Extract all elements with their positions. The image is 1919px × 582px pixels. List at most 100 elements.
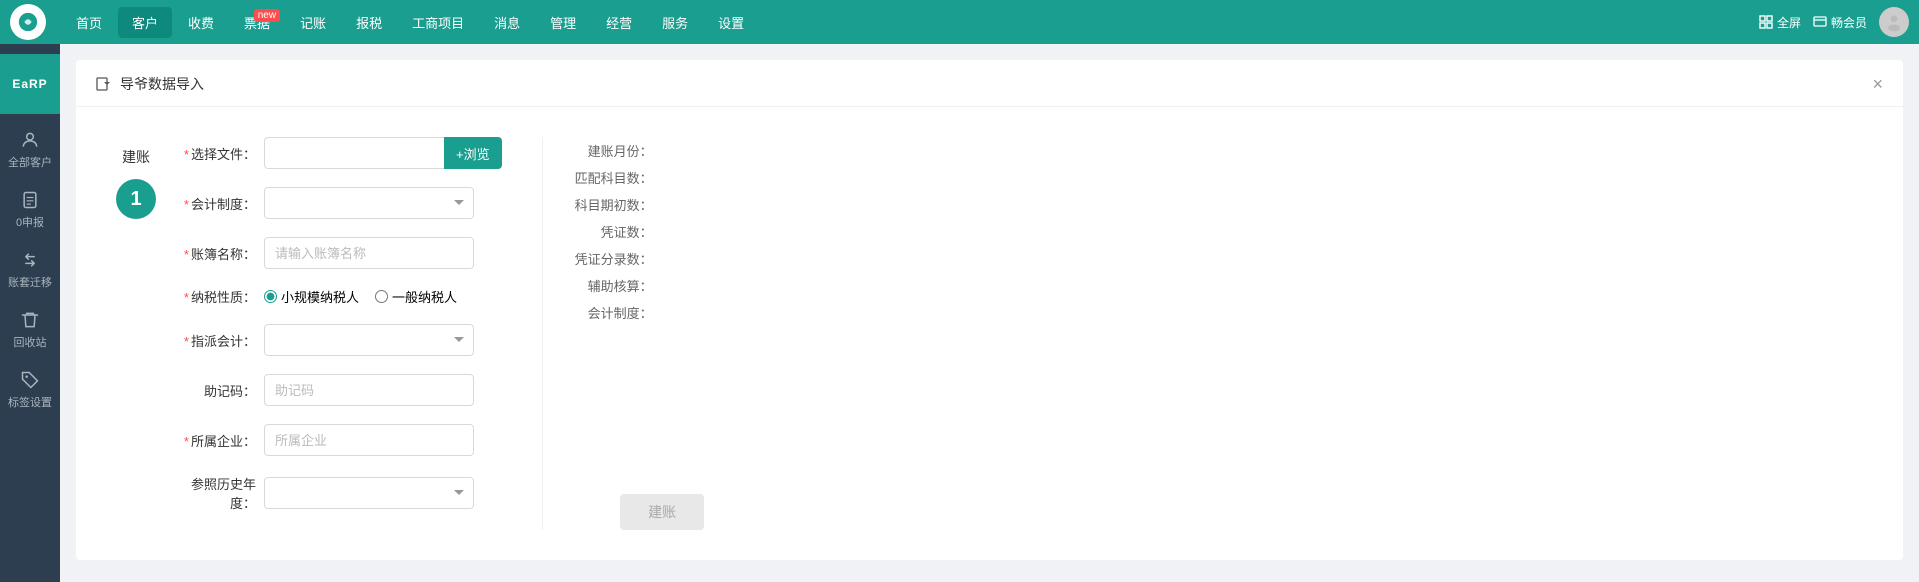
label-file: *选择文件： [176,144,256,163]
account-name-input[interactable] [264,237,474,269]
info-row-voucher-entries: 凭证分录数： [563,249,762,268]
nav-item-invoices[interactable]: 票据 new [230,7,284,38]
step-label: 建账 [122,147,150,167]
radio-general-input[interactable] [375,290,388,303]
tag-icon [20,370,40,390]
form-row-assigned-accountant: *指派会计： [176,324,502,356]
sidebar-label-recycle: 回收站 [14,334,47,350]
info-label-voucher-count: 凭证数： [563,222,653,241]
create-account-button[interactable]: 建账 [620,494,704,530]
info-row-auxiliary: 辅助核算： [563,276,762,295]
info-row-match-subjects: 匹配科目数： [563,168,762,187]
memo-code-input[interactable] [264,374,474,406]
accounting-system-select[interactable] [264,187,474,219]
sidebar: EaRP 全部客户 0申报 账套迁移 [0,44,60,582]
company-input[interactable] [264,424,474,456]
radio-general-taxpayer[interactable]: 一般纳税人 [375,287,457,306]
right-panel: 建账月份： 匹配科目数： 科目期初数： 凭证数： [542,137,762,530]
user-avatar[interactable] [1879,7,1909,37]
delete-icon [20,310,40,330]
sidebar-label-tag-settings: 标签设置 [8,394,52,410]
import-icon [96,76,112,92]
nav-item-settings[interactable]: 设置 [704,7,758,38]
label-company: *所属企业： [176,431,256,450]
tax-type-radio-group: 小规模纳税人 一般纳税人 [264,287,457,306]
info-label-subject-init: 科目期初数： [563,195,653,214]
label-memo-code: 助记码： [176,381,256,400]
info-label-account-month: 建账月份： [563,141,653,160]
browse-button[interactable]: +浏览 [444,137,502,169]
info-label-auxiliary: 辅助核算： [563,276,653,295]
sidebar-item-account-migrate[interactable]: 账套迁移 [0,242,60,298]
app-logo[interactable] [10,4,46,40]
nav-item-admin[interactable]: 管理 [536,7,590,38]
label-tax-type: *纳税性质： [176,287,256,306]
member-label: 畅会员 [1831,14,1867,31]
label-account-name: *账簿名称： [176,244,256,263]
radio-general-label: 一般纳税人 [392,287,457,306]
info-label-match-subjects: 匹配科目数： [563,168,653,187]
file-input[interactable] [264,137,444,169]
content-area: 导爷数据导入 × 建账 1 *选择文件： [60,44,1919,582]
nav-item-business[interactable]: 工商项目 [398,7,478,38]
form-row-reference-year: 参照历史年度： [176,474,502,512]
info-label-accounting-system-right: 会计制度： [563,303,653,322]
form-row-accounting-system: *会计制度： [176,187,502,219]
dialog-header-left: 导爷数据导入 [96,74,204,94]
main-layout: EaRP 全部客户 0申报 账套迁移 [0,44,1919,582]
reference-year-select[interactable] [264,477,474,509]
form-body: 建账 1 *选择文件： +浏览 [76,107,1903,560]
info-row-voucher-count: 凭证数： [563,222,762,241]
form-row-account-name: *账簿名称： [176,237,502,269]
form-left: 建账 1 *选择文件： +浏览 [116,137,502,530]
member-icon [1813,15,1827,29]
assigned-accountant-select[interactable] [264,324,474,356]
dialog-close-button[interactable]: × [1872,75,1883,93]
nav-item-home[interactable]: 首页 [62,7,116,38]
info-row-accounting-system-right: 会计制度： [563,303,762,322]
nav-item-bookkeeping[interactable]: 记账 [286,7,340,38]
step-badge: 1 [116,179,156,219]
nav-item-clients[interactable]: 客户 [118,7,172,38]
member-button[interactable]: 畅会员 [1813,14,1867,31]
label-assigned-accountant: *指派会计： [176,331,256,350]
info-row-account-month: 建账月份： [563,141,762,160]
form-row-company: *所属企业： [176,424,502,456]
person-icon [20,130,40,150]
new-badge: new [254,9,280,22]
nav-item-fees[interactable]: 收费 [174,7,228,38]
dialog-header: 导爷数据导入 × [76,60,1903,107]
nav-item-messages[interactable]: 消息 [480,7,534,38]
top-nav: 首页 客户 收费 票据 new 记账 报税 工商项目 消息 管理 经营 服务 设… [0,0,1919,44]
dialog-title: 导爷数据导入 [120,74,204,94]
sidebar-logo: EaRP [0,54,60,114]
label-accounting-system: *会计制度： [176,194,256,213]
form-row-memo-code: 助记码： [176,374,502,406]
fullscreen-label: 全屏 [1777,14,1801,31]
info-label-voucher-entries: 凭证分录数： [563,249,653,268]
radio-small-label: 小规模纳税人 [281,287,359,306]
label-reference-year: 参照历史年度： [176,474,256,512]
info-row-subject-init: 科目期初数： [563,195,762,214]
sidebar-item-tag-settings[interactable]: 标签设置 [0,362,60,418]
sidebar-item-declaration[interactable]: 0申报 [0,182,60,238]
dialog-panel: 导爷数据导入 × 建账 1 *选择文件： [76,60,1903,560]
radio-small-taxpayer[interactable]: 小规模纳税人 [264,287,359,306]
fullscreen-icon [1759,15,1773,29]
sidebar-label-declaration: 0申报 [16,214,44,230]
swap-icon [20,250,40,270]
sidebar-item-recycle[interactable]: 回收站 [0,302,60,358]
file-input-group: +浏览 [264,137,502,169]
nav-right: 全屏 畅会员 [1759,7,1909,37]
nav-item-tax[interactable]: 报税 [342,7,396,38]
nav-item-services[interactable]: 服务 [648,7,702,38]
form-section: *选择文件： +浏览 *会计制度： [176,137,502,530]
fullscreen-button[interactable]: 全屏 [1759,14,1801,31]
sidebar-item-all-clients[interactable]: 全部客户 [0,122,60,178]
file-icon [20,190,40,210]
radio-small-input[interactable] [264,290,277,303]
nav-items: 首页 客户 收费 票据 new 记账 报税 工商项目 消息 管理 经营 服务 设… [62,7,1759,38]
form-row-file: *选择文件： +浏览 [176,137,502,169]
nav-item-operations[interactable]: 经营 [592,7,646,38]
sidebar-label-all-clients: 全部客户 [8,154,52,170]
